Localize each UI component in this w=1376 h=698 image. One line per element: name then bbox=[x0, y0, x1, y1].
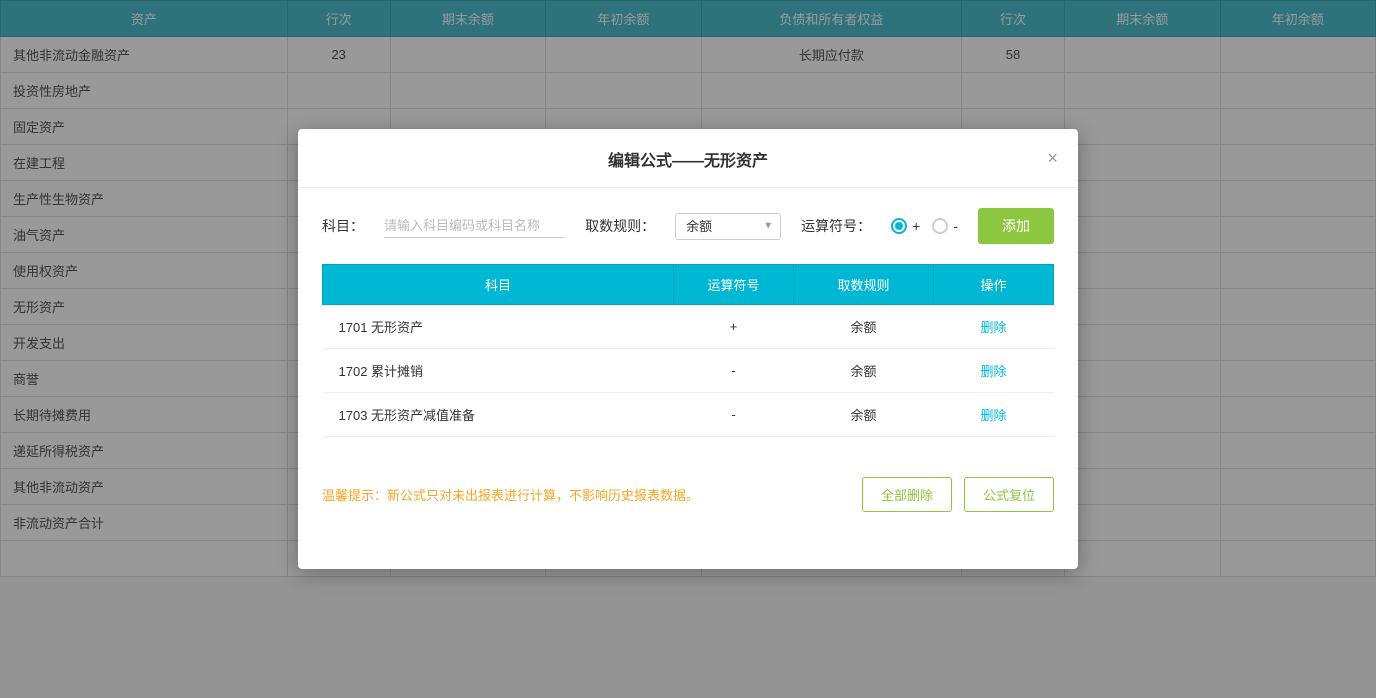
formula-action: 删除 bbox=[934, 393, 1054, 437]
formula-operator: - bbox=[674, 349, 794, 393]
table-header-subject: 科目 bbox=[323, 265, 674, 305]
radio-plus-item[interactable]: + bbox=[891, 218, 920, 234]
dialog-header: 编辑公式——无形资产 × bbox=[298, 129, 1078, 188]
modal-overlay: 编辑公式——无形资产 × 科目： 取数规则： 余额 借方发生额 贷方发生额 ▼ … bbox=[0, 0, 1376, 698]
formula-table-wrap: 科目 运算符号 取数规则 操作 1701 无形资产 + 余额 删除 1702 累… bbox=[298, 264, 1078, 437]
formula-table-row: 1703 无形资产减值准备 - 余额 删除 bbox=[323, 393, 1054, 437]
radio-plus-circle bbox=[891, 218, 907, 234]
formula-table: 科目 运算符号 取数规则 操作 1701 无形资产 + 余额 删除 1702 累… bbox=[322, 264, 1054, 437]
formula-table-row: 1701 无形资产 + 余额 删除 bbox=[323, 305, 1054, 349]
delete-all-button[interactable]: 全部删除 bbox=[862, 477, 952, 512]
subject-label: 科目： bbox=[322, 216, 364, 236]
table-header-operator: 运算符号 bbox=[674, 265, 794, 305]
formula-subject: 1701 无形资产 bbox=[323, 305, 674, 349]
add-button[interactable]: 添加 bbox=[978, 208, 1054, 244]
delete-link[interactable]: 删除 bbox=[980, 320, 1006, 335]
formula-operator: - bbox=[674, 393, 794, 437]
formula-rule: 余额 bbox=[794, 393, 934, 437]
formula-subject: 1703 无形资产减值准备 bbox=[323, 393, 674, 437]
operator-label: 运算符号： bbox=[801, 216, 871, 236]
rule-select[interactable]: 余额 借方发生额 贷方发生额 bbox=[675, 213, 781, 240]
footer-buttons: 全部删除 公式复位 bbox=[862, 477, 1054, 512]
dialog-title: 编辑公式——无形资产 bbox=[608, 153, 768, 170]
radio-plus-label: + bbox=[912, 218, 920, 234]
delete-link[interactable]: 删除 bbox=[980, 364, 1006, 379]
dialog-footer: 温馨提示：新公式只对未出报表进行计算，不影响历史报表数据。 全部删除 公式复位 bbox=[298, 457, 1078, 532]
delete-link[interactable]: 删除 bbox=[980, 408, 1006, 423]
formula-table-row: 1702 累计摊销 - 余额 删除 bbox=[323, 349, 1054, 393]
hint-text: 温馨提示：新公式只对未出报表进行计算，不影响历史报表数据。 bbox=[322, 485, 699, 504]
close-button[interactable]: × bbox=[1043, 145, 1062, 171]
formula-subject: 1702 累计摊销 bbox=[323, 349, 674, 393]
operator-radio-group: + - bbox=[891, 218, 958, 234]
formula-operator: + bbox=[674, 305, 794, 349]
formula-rule: 余额 bbox=[794, 349, 934, 393]
formula-rule: 余额 bbox=[794, 305, 934, 349]
reset-formula-button[interactable]: 公式复位 bbox=[964, 477, 1054, 512]
radio-minus-label: - bbox=[953, 218, 958, 234]
table-header-rule: 取数规则 bbox=[794, 265, 934, 305]
radio-minus-item[interactable]: - bbox=[932, 218, 958, 234]
edit-formula-dialog: 编辑公式——无形资产 × 科目： 取数规则： 余额 借方发生额 贷方发生额 ▼ … bbox=[298, 129, 1078, 569]
radio-minus-circle bbox=[932, 218, 948, 234]
form-row: 科目： 取数规则： 余额 借方发生额 贷方发生额 ▼ 运算符号： + bbox=[298, 188, 1078, 264]
rule-select-wrap: 余额 借方发生额 贷方发生额 ▼ bbox=[675, 213, 781, 240]
rule-label: 取数规则： bbox=[585, 216, 655, 236]
formula-action: 删除 bbox=[934, 349, 1054, 393]
subject-input[interactable] bbox=[384, 214, 565, 238]
formula-action: 删除 bbox=[934, 305, 1054, 349]
table-header-action: 操作 bbox=[934, 265, 1054, 305]
